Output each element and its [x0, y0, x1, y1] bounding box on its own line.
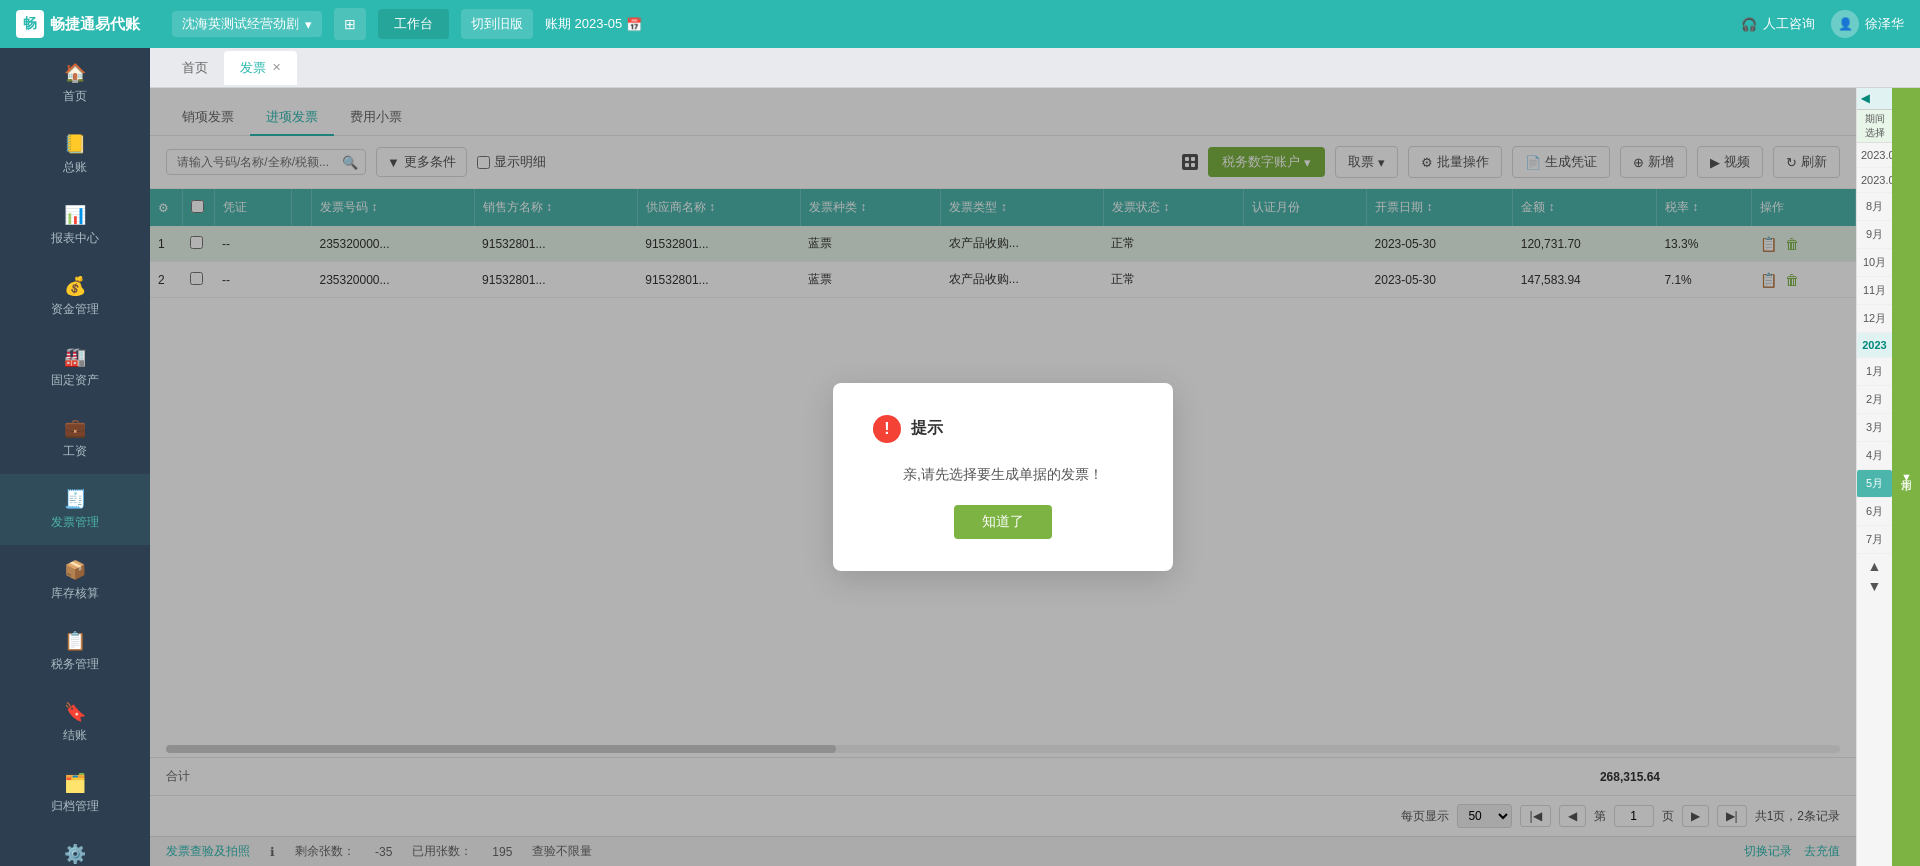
modal-header: ! 提示: [873, 415, 943, 443]
salary-icon: 💼: [64, 417, 86, 439]
modal-title: 提示: [911, 418, 943, 439]
sidebar-label-capital: 资金管理: [51, 301, 99, 318]
sidebar-label-report: 报表中心: [51, 230, 99, 247]
sidebar-item-report[interactable]: 📊 报表中心: [0, 190, 150, 261]
archive-icon: 🗂️: [64, 772, 86, 794]
tab-bar: 首页 发票 ✕: [150, 48, 1920, 88]
period-item-10[interactable]: 10月: [1857, 249, 1892, 277]
page-content: 销项发票 进项发票 费用小票 🔍 ▼: [150, 88, 1856, 866]
company-name: 沈海英测试经营劲剧: [182, 15, 299, 33]
period-up-icon[interactable]: ▲: [1868, 558, 1882, 574]
switch-version-button[interactable]: 切到旧版: [461, 9, 533, 39]
tab-home-label: 首页: [182, 59, 208, 77]
settlement-icon: 🔖: [64, 701, 86, 723]
warning-icon: !: [873, 415, 901, 443]
copy-icon[interactable]: ⊞: [334, 8, 366, 40]
sidebar-item-home[interactable]: 🏠 首页: [0, 48, 150, 119]
period-item-11[interactable]: 11月: [1857, 277, 1892, 305]
period-item-12[interactable]: 12月: [1857, 305, 1892, 333]
period-collapse-icon[interactable]: ◀: [1861, 92, 1869, 105]
sidebar-item-tax[interactable]: 📋 税务管理: [0, 616, 150, 687]
period-down-icon[interactable]: ▼: [1868, 578, 1882, 594]
app-logo: 畅 畅捷通易代账: [16, 10, 140, 38]
settings-icon: ⚙️: [64, 843, 86, 865]
sidebar-label-ledger: 总账: [63, 159, 87, 176]
support-label: 人工咨询: [1763, 15, 1815, 33]
workspace-button[interactable]: 工作台: [378, 9, 449, 39]
sidebar-item-archive[interactable]: 🗂️ 归档管理: [0, 758, 150, 829]
period-item-6[interactable]: 6月: [1857, 498, 1892, 526]
period-item-2023-05-1[interactable]: 2023.05: [1857, 143, 1892, 168]
calendar-icon[interactable]: 📅: [626, 17, 642, 32]
period-selector-label: 期间选择: [1865, 113, 1885, 138]
period-info: 账期 2023-05 📅: [545, 15, 642, 33]
sidebar-label-invoice: 发票管理: [51, 514, 99, 531]
capital-icon: 💰: [64, 275, 86, 297]
tab-home[interactable]: 首页: [166, 51, 224, 85]
sidebar-label-inventory: 库存核算: [51, 585, 99, 602]
sidebar-label-assets: 固定资产: [51, 372, 99, 389]
modal-body: 亲,请先选择要生成单据的发票！: [903, 463, 1103, 485]
period-item-2[interactable]: 2月: [1857, 386, 1892, 414]
period-item-7[interactable]: 7月: [1857, 526, 1892, 554]
tab-invoice[interactable]: 发票 ✕: [224, 51, 297, 85]
period-item-8[interactable]: 8月: [1857, 193, 1892, 221]
tab-invoice-label: 发票: [240, 59, 266, 77]
period-item-4[interactable]: 4月: [1857, 442, 1892, 470]
period-item-2023-05-2[interactable]: 2023.05: [1857, 168, 1892, 193]
modal-overlay: ! 提示 亲,请先选择要生成单据的发票！ 知道了: [150, 88, 1856, 866]
sidebar-item-inventory[interactable]: 📦 库存核算: [0, 545, 150, 616]
modal-box: ! 提示 亲,请先选择要生成单据的发票！ 知道了: [833, 383, 1173, 571]
sidebar-label-home: 首页: [63, 88, 87, 105]
sidebar-item-settings[interactable]: ⚙️ 设置: [0, 829, 150, 866]
sidebar-item-salary[interactable]: 💼 工资: [0, 403, 150, 474]
sidebar-label-settlement: 结账: [63, 727, 87, 744]
sidebar-item-assets[interactable]: 🏭 固定资产: [0, 332, 150, 403]
sidebar-label-salary: 工资: [63, 443, 87, 460]
chevron-down-icon: ▾: [305, 17, 312, 32]
sidebar-label-archive: 归档管理: [51, 798, 99, 815]
tax-icon: 📋: [64, 630, 86, 652]
sidebar: 🏠 首页 📒 总账 📊 报表中心 💰 资金管理 🏭 固定资产 💼 工资 🧾 发票…: [0, 48, 150, 866]
sidebar-item-capital[interactable]: 💰 资金管理: [0, 261, 150, 332]
period-item-1[interactable]: 1月: [1857, 358, 1892, 386]
logo-icon: 畅: [16, 10, 44, 38]
fast-entry-button[interactable]: 常用▼: [1892, 88, 1920, 866]
support-info[interactable]: 🎧 人工咨询: [1741, 15, 1815, 33]
main-layout: 🏠 首页 📒 总账 📊 报表中心 💰 资金管理 🏭 固定资产 💼 工资 🧾 发票…: [0, 48, 1920, 866]
inventory-icon: 📦: [64, 559, 86, 581]
top-bar: 畅 畅捷通易代账 沈海英测试经营劲剧 ▾ ⊞ 工作台 切到旧版 账期 2023-…: [0, 0, 1920, 48]
sidebar-item-settlement[interactable]: 🔖 结账: [0, 687, 150, 758]
sidebar-label-tax: 税务管理: [51, 656, 99, 673]
avatar: 👤: [1831, 10, 1859, 38]
ledger-icon: 📒: [64, 133, 86, 155]
user-name: 徐泽华: [1865, 15, 1904, 33]
report-icon: 📊: [64, 204, 86, 226]
app-title: 畅捷通易代账: [50, 15, 140, 34]
invoice-icon: 🧾: [64, 488, 86, 510]
period-item-5[interactable]: 5月: [1857, 470, 1892, 498]
user-info[interactable]: 👤 徐泽华: [1831, 10, 1904, 38]
period-item-2023[interactable]: 2023: [1857, 333, 1892, 358]
modal-footer: 知道了: [954, 505, 1052, 539]
right-panel: ◀ 期间选择 2023.05 2023.05 8月 9月 10月 11月 12月…: [1856, 88, 1920, 866]
sidebar-item-ledger[interactable]: 📒 总账: [0, 119, 150, 190]
period-selector: ◀ 期间选择 2023.05 2023.05 8月 9月 10月 11月 12月…: [1856, 88, 1892, 866]
assets-icon: 🏭: [64, 346, 86, 368]
top-bar-right: 🎧 人工咨询 👤 徐泽华: [1741, 10, 1904, 38]
home-icon: 🏠: [64, 62, 86, 84]
period-item-9[interactable]: 9月: [1857, 221, 1892, 249]
tab-close-icon[interactable]: ✕: [272, 61, 281, 74]
period-item-3[interactable]: 3月: [1857, 414, 1892, 442]
headset-icon: 🎧: [1741, 17, 1757, 32]
company-selector[interactable]: 沈海英测试经营劲剧 ▾: [172, 11, 322, 37]
confirm-button[interactable]: 知道了: [954, 505, 1052, 539]
fast-entry-label: 常用▼: [1899, 471, 1914, 483]
sidebar-item-invoice[interactable]: 🧾 发票管理: [0, 474, 150, 545]
